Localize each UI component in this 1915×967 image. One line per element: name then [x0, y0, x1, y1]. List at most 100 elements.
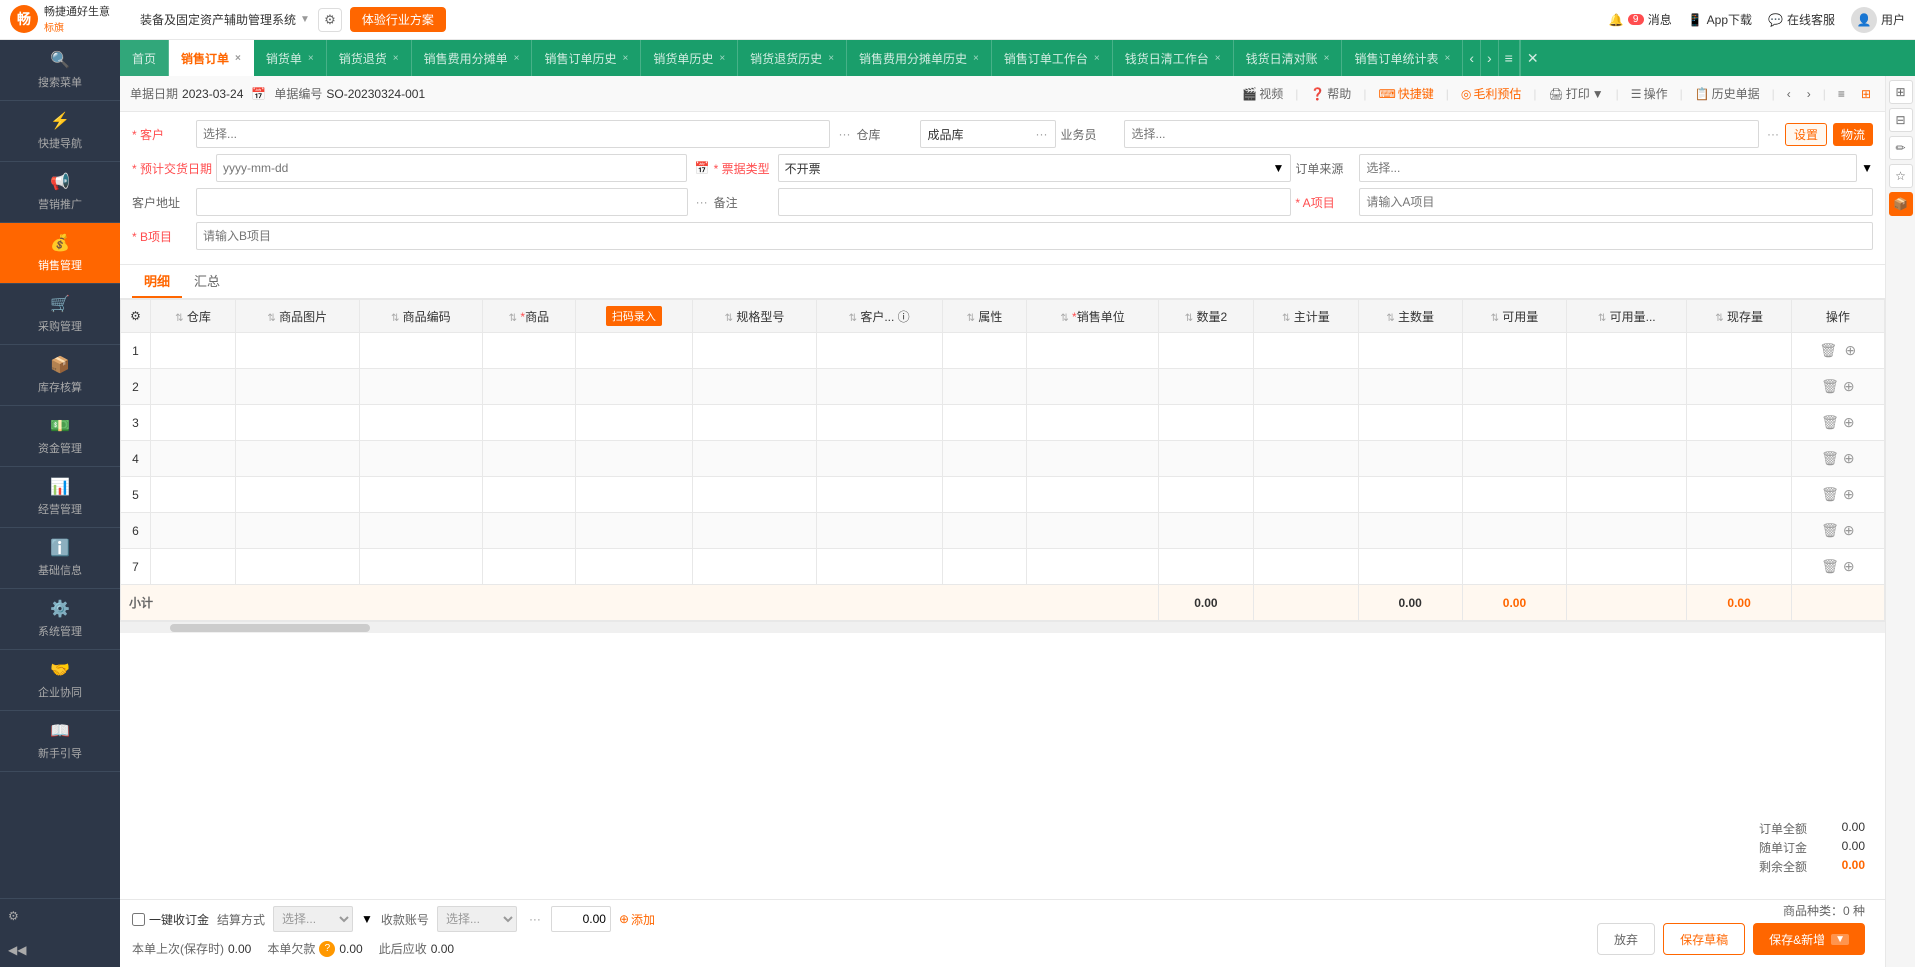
sidebar-item-inventory[interactable]: 📦 库存核算: [0, 345, 120, 406]
tab-order-workbench[interactable]: 销售订单工作台 ×: [992, 40, 1113, 76]
sidebar-item-quicknav[interactable]: ⚡ 快捷导航: [0, 101, 120, 162]
td-main-unit[interactable]: [1254, 333, 1358, 369]
warehouse-select[interactable]: 成品库 ···: [920, 120, 1056, 148]
tab-close-icon[interactable]: ×: [1324, 53, 1330, 64]
one-key-checkout-checkbox[interactable]: [132, 913, 145, 926]
address-ellipsis-btn[interactable]: ···: [694, 193, 710, 211]
note-input[interactable]: [778, 188, 1292, 216]
sidebar-item-operations[interactable]: 📊 经营管理: [0, 467, 120, 528]
copy-row-btn[interactable]: ⊕: [1843, 340, 1859, 360]
copy-row-btn[interactable]: ⊕: [1841, 520, 1857, 540]
a-project-input[interactable]: [1359, 188, 1873, 216]
tab-sales-invoice[interactable]: 销货单 ×: [254, 40, 327, 76]
delete-row-btn[interactable]: 🗑: [1819, 484, 1841, 504]
td-quantity2[interactable]: [1158, 333, 1254, 369]
view-btn[interactable]: 🎬 视频: [1238, 83, 1287, 104]
b-project-input[interactable]: [196, 222, 1873, 250]
tab-close-icon[interactable]: ×: [622, 53, 628, 64]
account-ellipsis-btn[interactable]: ···: [527, 910, 543, 928]
online-service-item[interactable]: 💬 在线客服: [1768, 11, 1835, 28]
one-key-checkout-label[interactable]: 一键收订金: [132, 911, 209, 928]
dropdown-arrow-icon[interactable]: ▼: [1831, 934, 1849, 945]
tab-menu-btn[interactable]: ≡: [1499, 40, 1520, 76]
td-customer-order[interactable]: [816, 333, 942, 369]
right-panel-btn-2[interactable]: ⊟: [1889, 108, 1913, 132]
tab-sales-stats[interactable]: 销售订单统计表 ×: [1342, 40, 1463, 76]
delete-row-btn[interactable]: 🗑: [1819, 556, 1841, 576]
copy-row-btn[interactable]: ⊕: [1841, 412, 1857, 432]
print-btn[interactable]: 🖨 打印 ▼: [1545, 83, 1608, 104]
profit-btn[interactable]: ◎ 毛利预估: [1457, 83, 1526, 104]
tab-summary[interactable]: 汇总: [182, 265, 232, 298]
sidebar-item-search[interactable]: 🔍 搜索菜单: [0, 40, 120, 101]
td-main-qty[interactable]: [1358, 333, 1462, 369]
tab-close-icon[interactable]: ×: [828, 53, 834, 64]
td-current-stock[interactable]: [1687, 333, 1791, 369]
grid-view-btn[interactable]: ⊞: [1857, 85, 1875, 103]
tab-next-btn[interactable]: ›: [1481, 40, 1499, 76]
th-settings[interactable]: ⚙: [121, 300, 151, 333]
customer-ellipsis-btn[interactable]: ···: [836, 125, 852, 143]
sidebar-item-enterprise[interactable]: 🤝 企业协同: [0, 650, 120, 711]
delete-row-btn[interactable]: 🗑: [1819, 376, 1841, 396]
tab-close-icon[interactable]: ×: [393, 53, 399, 64]
tab-invoice-history[interactable]: 销货单历史 ×: [641, 40, 738, 76]
tab-prev-btn[interactable]: ‹: [1463, 40, 1481, 76]
customer-input[interactable]: [196, 120, 830, 148]
right-panel-btn-3[interactable]: ✏: [1889, 136, 1913, 160]
tab-close-icon[interactable]: ×: [1215, 53, 1221, 64]
scrollbar-thumb[interactable]: [170, 624, 370, 632]
discard-button[interactable]: 放弃: [1597, 923, 1655, 955]
td-product-name[interactable]: [483, 333, 575, 369]
tab-sales-expense[interactable]: 销售费用分摊单 ×: [412, 40, 533, 76]
sidebar-item-marketing[interactable]: 📢 营销推广: [0, 162, 120, 223]
delivery-date-input[interactable]: [216, 154, 687, 182]
td-spec[interactable]: [693, 333, 817, 369]
copy-row-btn[interactable]: ⊕: [1841, 484, 1857, 504]
right-panel-btn-5[interactable]: 📦: [1889, 192, 1913, 216]
history-btn[interactable]: 📋 历史单据: [1691, 83, 1764, 104]
operation-btn[interactable]: ☰ 操作: [1627, 83, 1672, 104]
order-source-input[interactable]: [1359, 154, 1857, 182]
copy-row-btn[interactable]: ⊕: [1841, 376, 1857, 396]
settings-action-btn[interactable]: 设置: [1785, 123, 1827, 146]
app-download-item[interactable]: 📱 App下载: [1688, 11, 1752, 28]
td-product-image[interactable]: [235, 333, 359, 369]
industry-button[interactable]: 体验行业方案: [350, 7, 446, 32]
tab-close-icon[interactable]: ×: [1444, 53, 1450, 64]
sidebar-item-finance[interactable]: 💵 资金管理: [0, 406, 120, 467]
tab-close-icon[interactable]: ×: [973, 53, 979, 64]
tab-close-icon[interactable]: ×: [235, 53, 241, 64]
salesperson-ellipsis-btn[interactable]: ···: [1765, 125, 1781, 143]
delete-row-btn[interactable]: 🗑: [1819, 412, 1841, 432]
horizontal-scrollbar[interactable]: [120, 621, 1885, 633]
sidebar-settings-btn[interactable]: ⚙: [0, 899, 120, 933]
tab-close-icon[interactable]: ×: [514, 53, 520, 64]
address-input[interactable]: [196, 188, 688, 216]
calendar-icon[interactable]: 📅: [251, 87, 266, 101]
save-new-button[interactable]: 保存&新增 ▼: [1753, 923, 1865, 955]
tab-daily-account[interactable]: 钱货日清对账 ×: [1234, 40, 1343, 76]
right-panel-btn-1[interactable]: ⊞: [1889, 80, 1913, 104]
save-draft-button[interactable]: 保存草稿: [1663, 923, 1745, 955]
copy-row-btn[interactable]: ⊕: [1841, 556, 1857, 576]
add-payment-btn[interactable]: ⊕ 添加: [619, 911, 655, 928]
add-logistics-btn[interactable]: 物流: [1833, 123, 1873, 146]
sidebar-item-basicinfo[interactable]: ℹ️ 基础信息: [0, 528, 120, 589]
amount-input[interactable]: [551, 906, 611, 932]
tab-detail[interactable]: 明细: [132, 265, 182, 298]
tab-close-icon[interactable]: ×: [308, 53, 314, 64]
tab-sales-order[interactable]: 销售订单 ×: [169, 40, 254, 76]
sidebar-item-system[interactable]: ⚙️ 系统管理: [0, 589, 120, 650]
delete-row-btn[interactable]: 🗑: [1819, 520, 1841, 540]
settings-button[interactable]: ⚙: [318, 8, 342, 32]
tab-expense-history[interactable]: 销售费用分摊单历史 ×: [847, 40, 992, 76]
td-product-code[interactable]: [359, 333, 483, 369]
td-warehouse[interactable]: [151, 333, 236, 369]
delete-row-btn[interactable]: 🗑: [1817, 340, 1839, 360]
sidebar-item-sales[interactable]: 💰 销售管理: [0, 223, 120, 284]
page-prev-btn[interactable]: ‹: [1783, 85, 1795, 103]
tab-close-all-btn[interactable]: ✕: [1520, 40, 1545, 76]
account-select[interactable]: 选择...: [437, 906, 517, 932]
user-item[interactable]: 👤 用户: [1851, 7, 1905, 33]
